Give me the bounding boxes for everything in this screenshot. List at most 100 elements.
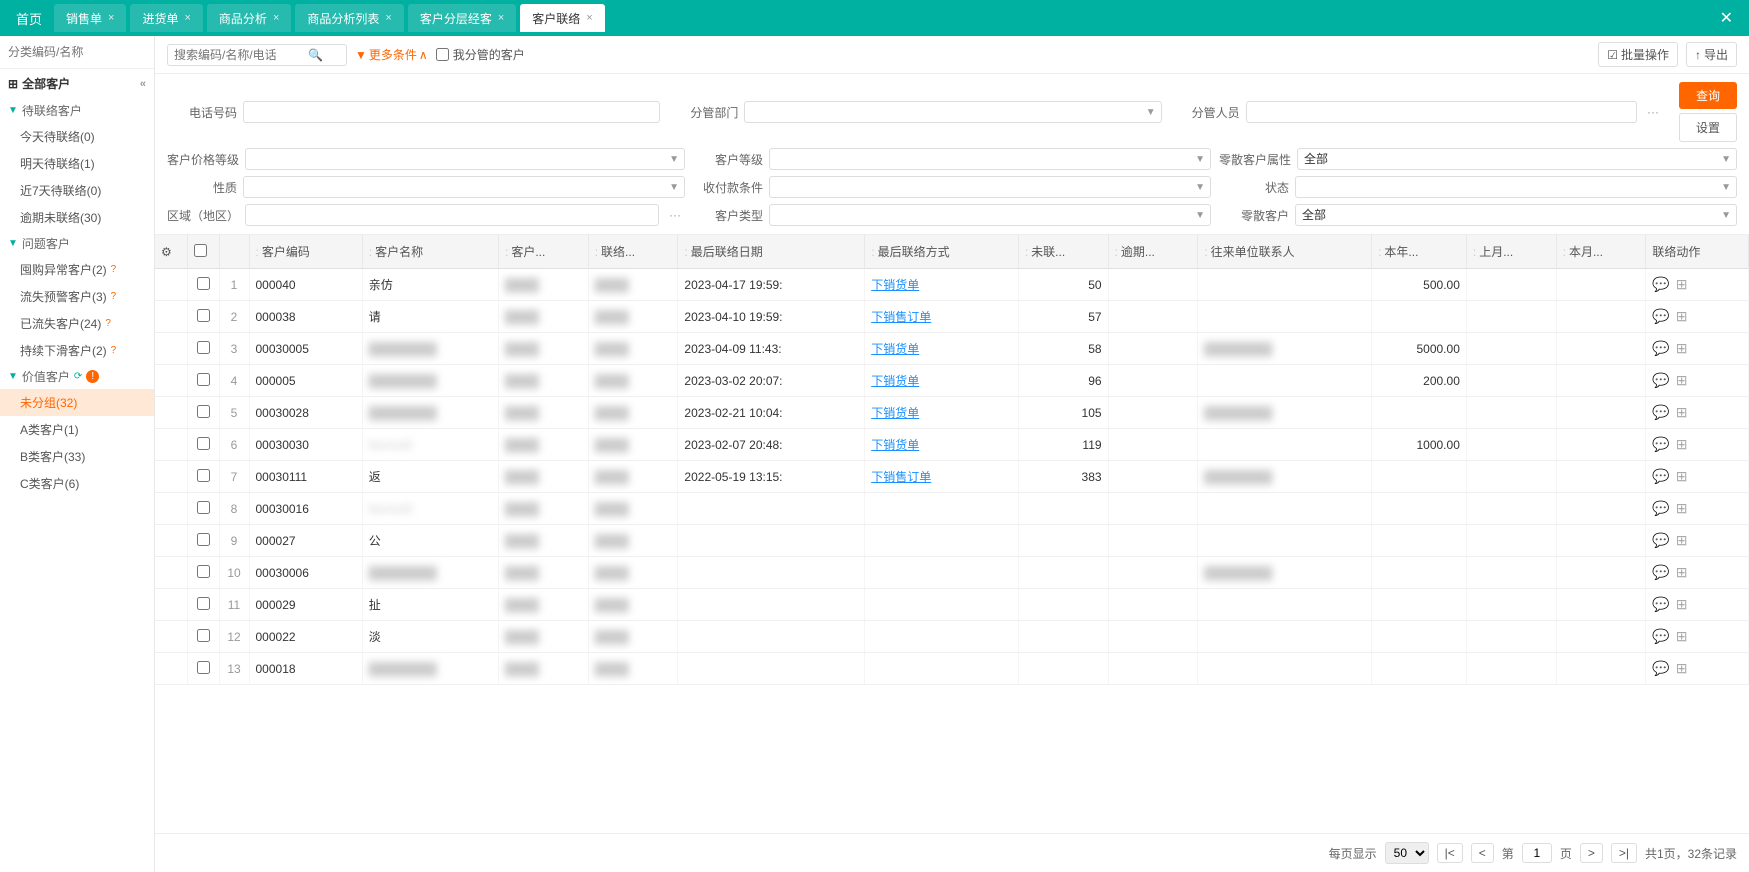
grid-action-icon[interactable]: ⊞ bbox=[1676, 404, 1688, 421]
close-icon[interactable]: × bbox=[273, 12, 279, 24]
contact-col-header[interactable]: :联络... bbox=[588, 235, 678, 269]
grid-action-icon[interactable]: ⊞ bbox=[1676, 436, 1688, 453]
first-page-btn[interactable]: |< bbox=[1437, 843, 1463, 863]
sidebar-item-ungrouped[interactable]: 未分组(32) bbox=[0, 389, 154, 416]
row-checkbox[interactable] bbox=[197, 533, 210, 546]
my-customers-checkbox[interactable] bbox=[436, 48, 449, 61]
dept-select[interactable] bbox=[744, 101, 1161, 123]
message-icon[interactable]: 💬 bbox=[1652, 532, 1669, 549]
method-link[interactable]: 下销售订单 bbox=[871, 470, 931, 484]
message-icon[interactable]: 💬 bbox=[1652, 372, 1669, 389]
this-month-col-header[interactable]: :本月... bbox=[1556, 235, 1646, 269]
name-col-header[interactable]: :客户名称 bbox=[362, 235, 498, 269]
nature-select[interactable] bbox=[243, 176, 685, 198]
no-contact-col-header[interactable]: :未联... bbox=[1018, 235, 1108, 269]
check-col-header[interactable] bbox=[187, 235, 219, 269]
home-tab[interactable]: 首页 bbox=[8, 9, 50, 28]
grid-action-icon[interactable]: ⊞ bbox=[1676, 340, 1688, 357]
close-icon[interactable]: × bbox=[184, 12, 190, 24]
message-icon[interactable]: 💬 bbox=[1652, 340, 1669, 357]
sidebar-item-churned[interactable]: 已流失客户(24) ? bbox=[0, 310, 154, 337]
sidebar-item-churn-warning[interactable]: 流失预警客户(3) ? bbox=[0, 283, 154, 310]
nav-tab-analysis[interactable]: 商品分析 × bbox=[207, 4, 291, 32]
phone-input[interactable] bbox=[243, 101, 660, 123]
method-link[interactable]: 下销售订单 bbox=[871, 310, 931, 324]
more-options-icon[interactable]: ··· bbox=[665, 208, 685, 222]
collapse-icon[interactable]: « bbox=[140, 78, 146, 90]
prev-page-btn[interactable]: < bbox=[1471, 843, 1494, 863]
grid-action-icon[interactable]: ⊞ bbox=[1676, 372, 1688, 389]
region-input[interactable] bbox=[245, 204, 659, 226]
nav-tab-purchase[interactable]: 进货单 × bbox=[130, 4, 202, 32]
pending-contact-group[interactable]: ▼ 待联络客户 bbox=[0, 98, 154, 123]
grid-action-icon[interactable]: ⊞ bbox=[1676, 276, 1688, 293]
last-date-col-header[interactable]: :最后联络日期 bbox=[678, 235, 865, 269]
settings-col-header[interactable]: ⚙ bbox=[155, 235, 187, 269]
last-page-btn[interactable]: >| bbox=[1611, 843, 1637, 863]
row-checkbox[interactable] bbox=[197, 277, 210, 290]
row-checkbox[interactable] bbox=[197, 437, 210, 450]
manager-input[interactable] bbox=[1246, 101, 1637, 123]
method-link[interactable]: 下销货单 bbox=[871, 438, 919, 452]
sidebar-item-class-c[interactable]: C类客户(6) bbox=[0, 470, 154, 497]
this-year-col-header[interactable]: :本年... bbox=[1372, 235, 1467, 269]
more-conditions-btn[interactable]: ▼ 更多条件 ∧ bbox=[355, 46, 428, 63]
grid-action-icon[interactable]: ⊞ bbox=[1676, 564, 1688, 581]
window-close-icon[interactable]: ✕ bbox=[1712, 8, 1741, 28]
search-input[interactable] bbox=[174, 48, 304, 62]
grid-action-icon[interactable]: ⊞ bbox=[1676, 532, 1688, 549]
method-link[interactable]: 下销货单 bbox=[871, 342, 919, 356]
row-checkbox[interactable] bbox=[197, 629, 210, 642]
problem-customer-group[interactable]: ▼ 问题客户 bbox=[0, 231, 154, 256]
price-level-select[interactable] bbox=[245, 148, 685, 170]
nav-tab-sales[interactable]: 销售单 × bbox=[54, 4, 126, 32]
message-icon[interactable]: 💬 bbox=[1652, 564, 1669, 581]
sidebar-item-abnormal[interactable]: 囤购异常客户(2) ? bbox=[0, 256, 154, 283]
close-icon[interactable]: × bbox=[498, 12, 504, 24]
row-checkbox[interactable] bbox=[197, 405, 210, 418]
more-options-icon[interactable]: ··· bbox=[1643, 105, 1663, 119]
grid-action-icon[interactable]: ⊞ bbox=[1676, 308, 1688, 325]
message-icon[interactable]: 💬 bbox=[1652, 436, 1669, 453]
grid-action-icon[interactable]: ⊞ bbox=[1676, 468, 1688, 485]
method-link[interactable]: 下销货单 bbox=[871, 278, 919, 292]
sidebar-item-overdue[interactable]: 逾期未联络(30) bbox=[0, 204, 154, 231]
batch-ops-btn[interactable]: ☑ 批量操作 bbox=[1598, 42, 1678, 67]
all-customers-title[interactable]: ⊞ 全部客户 « bbox=[0, 69, 154, 98]
row-checkbox[interactable] bbox=[197, 501, 210, 514]
contacts-col-header[interactable]: :往来单位联系人 bbox=[1198, 235, 1372, 269]
message-icon[interactable]: 💬 bbox=[1652, 404, 1669, 421]
nav-tab-customer-tier[interactable]: 客户分层经客 × bbox=[408, 4, 516, 32]
reset-button[interactable]: 设置 bbox=[1679, 113, 1737, 142]
message-icon[interactable]: 💬 bbox=[1652, 308, 1669, 325]
customer-level-select[interactable] bbox=[769, 148, 1211, 170]
per-page-select[interactable]: 50 bbox=[1385, 842, 1429, 864]
status-select[interactable] bbox=[1295, 176, 1737, 198]
export-btn[interactable]: ↑ 导出 bbox=[1686, 42, 1737, 67]
row-checkbox[interactable] bbox=[197, 341, 210, 354]
method-link[interactable]: 下销货单 bbox=[871, 374, 919, 388]
customer-type-select[interactable] bbox=[769, 204, 1211, 226]
sidebar-item-declining[interactable]: 持续下滑客户(2) ? bbox=[0, 337, 154, 364]
query-button[interactable]: 查询 bbox=[1679, 82, 1737, 109]
row-checkbox[interactable] bbox=[197, 469, 210, 482]
last-month-col-header[interactable]: :上月... bbox=[1466, 235, 1556, 269]
type-col-header[interactable]: :客户... bbox=[498, 235, 588, 269]
row-checkbox[interactable] bbox=[197, 661, 210, 674]
sidebar-item-tomorrow[interactable]: 明天待联络(1) bbox=[0, 150, 154, 177]
nav-tab-customer-contact[interactable]: 客户联络 × bbox=[520, 4, 604, 32]
retail-customer-select[interactable]: 全部 bbox=[1295, 204, 1737, 226]
grid-action-icon[interactable]: ⊞ bbox=[1676, 596, 1688, 613]
sidebar-item-today[interactable]: 今天待联络(0) bbox=[0, 123, 154, 150]
payment-select[interactable] bbox=[769, 176, 1211, 198]
message-icon[interactable]: 💬 bbox=[1652, 596, 1669, 613]
last-method-col-header[interactable]: :最后联络方式 bbox=[865, 235, 1019, 269]
message-icon[interactable]: 💬 bbox=[1652, 276, 1669, 293]
grid-action-icon[interactable]: ⊞ bbox=[1676, 500, 1688, 517]
method-link[interactable]: 下销货单 bbox=[871, 406, 919, 420]
sidebar-item-class-b[interactable]: B类客户(33) bbox=[0, 443, 154, 470]
close-icon[interactable]: × bbox=[385, 12, 391, 24]
row-checkbox[interactable] bbox=[197, 309, 210, 322]
row-checkbox[interactable] bbox=[197, 373, 210, 386]
overdue-col-header[interactable]: :逾期... bbox=[1108, 235, 1198, 269]
